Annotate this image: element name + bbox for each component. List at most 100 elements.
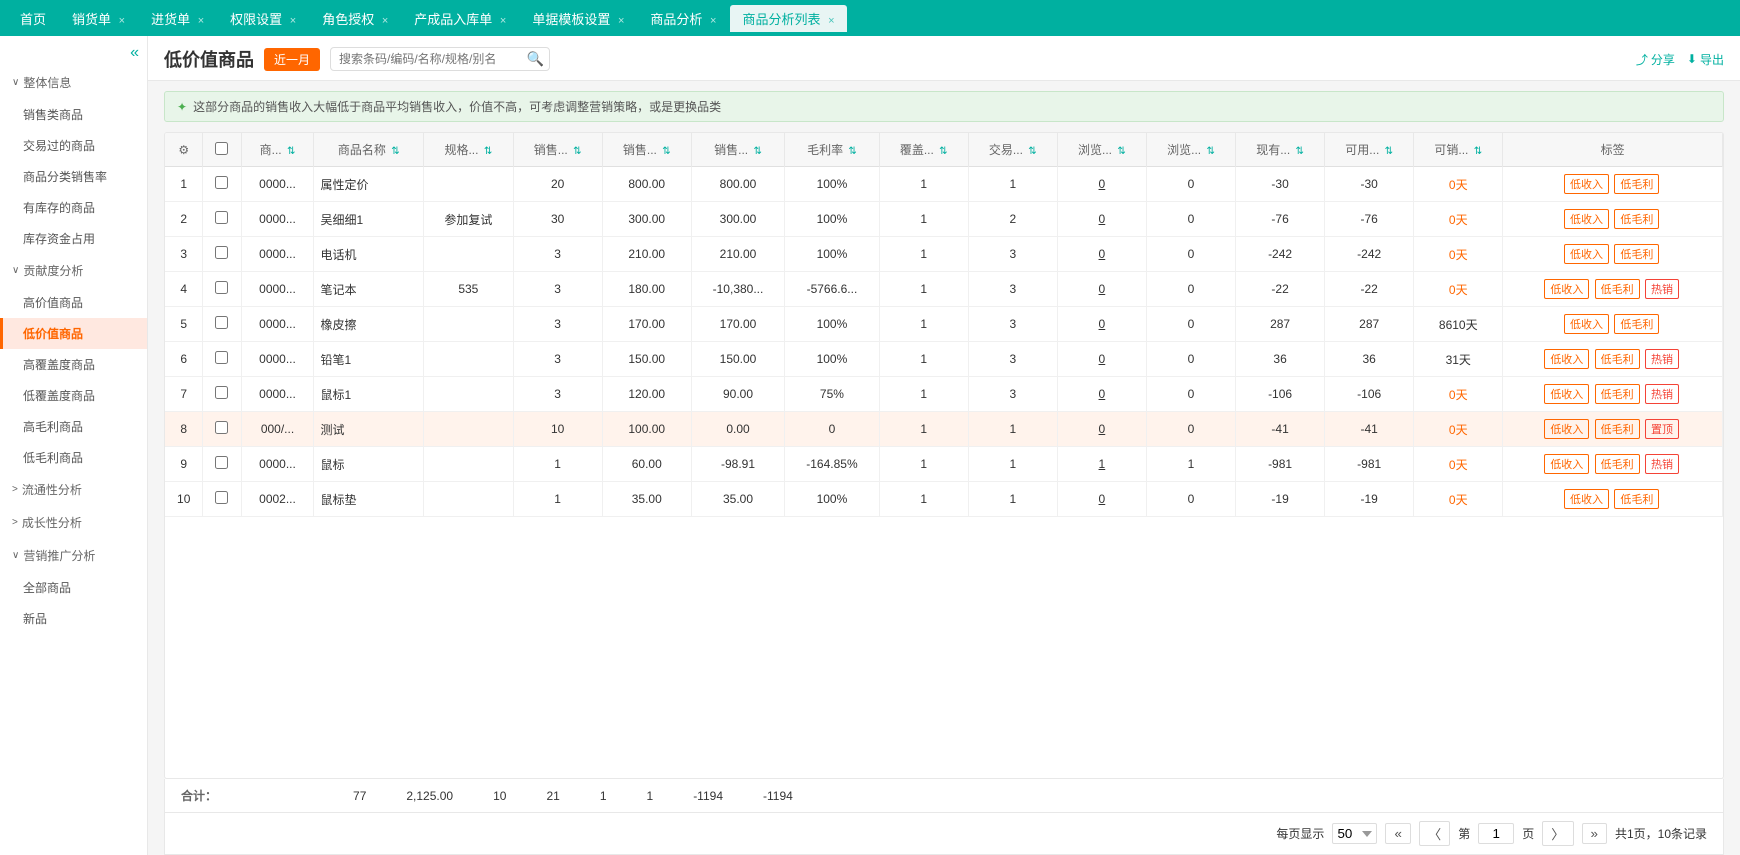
row-checkbox-6[interactable] <box>215 386 228 399</box>
col-salable-days[interactable]: 可销... ⇅ <box>1414 133 1503 167</box>
row-checkbox-7[interactable] <box>215 421 228 434</box>
pagination-prev[interactable]: 〈 <box>1419 821 1450 846</box>
nav-purchase-close[interactable]: × <box>198 15 204 27</box>
row-checkbox-4[interactable] <box>215 316 228 329</box>
select-all-checkbox[interactable] <box>215 142 228 155</box>
col-sales-profit[interactable]: 销售... ⇅ <box>691 133 784 167</box>
filter-recent-month[interactable]: 近一月 <box>264 48 320 71</box>
col-margin[interactable]: 毛利率 ⇅ <box>785 133 879 167</box>
nav-product-analysis-list-close[interactable]: × <box>828 15 834 27</box>
row-checkbox-1[interactable] <box>215 211 228 224</box>
td-check[interactable] <box>203 342 241 377</box>
sidebar-item-category-sales-rate[interactable]: 商品分类销售率 <box>0 161 147 192</box>
sidebar-item-high-coverage[interactable]: 高覆盖度商品 <box>0 349 147 380</box>
sidebar-group-growth[interactable]: > 成长性分析 <box>0 506 147 539</box>
nav-purchase[interactable]: 进货单 × <box>139 5 216 32</box>
pagination-next[interactable]: 〉 <box>1542 821 1573 846</box>
col-current-stock[interactable]: 现有... ⇅ <box>1236 133 1325 167</box>
nav-product-analysis-list[interactable]: 商品分析列表 × <box>730 5 846 32</box>
sidebar-group-flow[interactable]: > 流通性分析 <box>0 473 147 506</box>
sidebar-item-new-goods[interactable]: 新品 <box>0 603 147 634</box>
pagination-last[interactable]: » <box>1582 823 1607 844</box>
td-check[interactable] <box>203 272 241 307</box>
nav-product-analysis-close[interactable]: × <box>710 15 716 27</box>
view1-link[interactable]: 0 <box>1099 352 1106 366</box>
sidebar-item-stock-capital[interactable]: 库存资金占用 <box>0 223 147 254</box>
sidebar-item-stock-goods[interactable]: 有库存的商品 <box>0 192 147 223</box>
td-check[interactable] <box>203 167 241 202</box>
search-icon[interactable]: 🔍 <box>527 51 544 68</box>
col-check[interactable] <box>203 133 241 167</box>
sidebar-item-low-margin[interactable]: 低毛利商品 <box>0 442 147 473</box>
view1-link[interactable]: 0 <box>1099 282 1106 296</box>
td-view1[interactable]: 0 <box>1057 272 1146 307</box>
search-input[interactable] <box>330 47 550 71</box>
row-checkbox-0[interactable] <box>215 176 228 189</box>
td-view1[interactable]: 0 <box>1057 412 1146 447</box>
row-checkbox-8[interactable] <box>215 456 228 469</box>
view1-link[interactable]: 0 <box>1099 387 1106 401</box>
col-coverage[interactable]: 覆盖... ⇅ <box>879 133 968 167</box>
row-checkbox-2[interactable] <box>215 246 228 259</box>
col-spec[interactable]: 规格... ⇅ <box>424 133 514 167</box>
td-view1[interactable]: 1 <box>1057 447 1146 482</box>
td-view1[interactable]: 0 <box>1057 237 1146 272</box>
nav-product-analysis[interactable]: 商品分析 × <box>638 5 728 32</box>
td-check[interactable] <box>203 237 241 272</box>
td-view1[interactable]: 0 <box>1057 202 1146 237</box>
per-page-select[interactable]: 50 20 100 <box>1332 823 1377 844</box>
col-view2[interactable]: 浏览... ⇅ <box>1146 133 1235 167</box>
view1-link[interactable]: 1 <box>1099 457 1106 471</box>
td-view1[interactable]: 0 <box>1057 482 1146 517</box>
sidebar-item-low-value[interactable]: 低价值商品 <box>0 318 147 349</box>
nav-roles[interactable]: 角色授权 × <box>310 5 400 32</box>
view1-link[interactable]: 0 <box>1099 422 1106 436</box>
td-view1[interactable]: 0 <box>1057 377 1146 412</box>
td-check[interactable] <box>203 307 241 342</box>
col-trade[interactable]: 交易... ⇅ <box>968 133 1057 167</box>
td-check[interactable] <box>203 447 241 482</box>
sidebar-item-sales-goods[interactable]: 销售类商品 <box>0 99 147 130</box>
view1-link[interactable]: 0 <box>1099 177 1106 191</box>
td-check[interactable] <box>203 482 241 517</box>
pagination-page-input[interactable] <box>1478 823 1514 844</box>
view1-link[interactable]: 0 <box>1099 317 1106 331</box>
col-name[interactable]: 商品名称 ⇅ <box>314 133 424 167</box>
td-check[interactable] <box>203 202 241 237</box>
view1-link[interactable]: 0 <box>1099 492 1106 506</box>
td-view1[interactable]: 0 <box>1057 342 1146 377</box>
col-sales-qty[interactable]: 销售... ⇅ <box>513 133 602 167</box>
row-checkbox-9[interactable] <box>215 491 228 504</box>
nav-sales[interactable]: 销货单 × <box>60 5 137 32</box>
sidebar-item-low-coverage[interactable]: 低覆盖度商品 <box>0 380 147 411</box>
row-checkbox-3[interactable] <box>215 281 228 294</box>
nav-perms[interactable]: 权限设置 × <box>218 5 308 32</box>
pagination-first[interactable]: « <box>1385 823 1410 844</box>
sidebar-group-overall[interactable]: ∨ 整体信息 <box>0 66 147 99</box>
sidebar-toggle[interactable]: « <box>0 36 147 66</box>
row-checkbox-5[interactable] <box>215 351 228 364</box>
nav-perms-close[interactable]: × <box>290 15 296 27</box>
share-btn[interactable]: ⤴ 分享 <box>1636 51 1675 68</box>
col-code[interactable]: 商... ⇅ <box>241 133 314 167</box>
nav-stock-in-close[interactable]: × <box>500 15 506 27</box>
nav-home[interactable]: 首页 <box>8 5 58 32</box>
nav-template[interactable]: 单据模板设置 × <box>520 5 636 32</box>
nav-roles-close[interactable]: × <box>382 15 388 27</box>
sidebar-item-high-value[interactable]: 高价值商品 <box>0 287 147 318</box>
col-view1[interactable]: 浏览... ⇅ <box>1057 133 1146 167</box>
col-sales-amt[interactable]: 销售... ⇅ <box>602 133 691 167</box>
nav-sales-close[interactable]: × <box>119 15 125 27</box>
td-check[interactable] <box>203 412 241 447</box>
sidebar-group-marketing[interactable]: ∨ 营销推广分析 <box>0 539 147 572</box>
sidebar-item-high-margin[interactable]: 高毛利商品 <box>0 411 147 442</box>
view1-link[interactable]: 0 <box>1099 212 1106 226</box>
sidebar-item-traded-goods[interactable]: 交易过的商品 <box>0 130 147 161</box>
sidebar-group-contribution[interactable]: ∨ 贡献度分析 <box>0 254 147 287</box>
td-view1[interactable]: 0 <box>1057 167 1146 202</box>
sidebar-item-all-goods[interactable]: 全部商品 <box>0 572 147 603</box>
td-check[interactable] <box>203 377 241 412</box>
nav-template-close[interactable]: × <box>618 15 624 27</box>
nav-stock-in[interactable]: 产成品入库单 × <box>402 5 518 32</box>
col-settings[interactable]: ⚙ <box>165 133 203 167</box>
